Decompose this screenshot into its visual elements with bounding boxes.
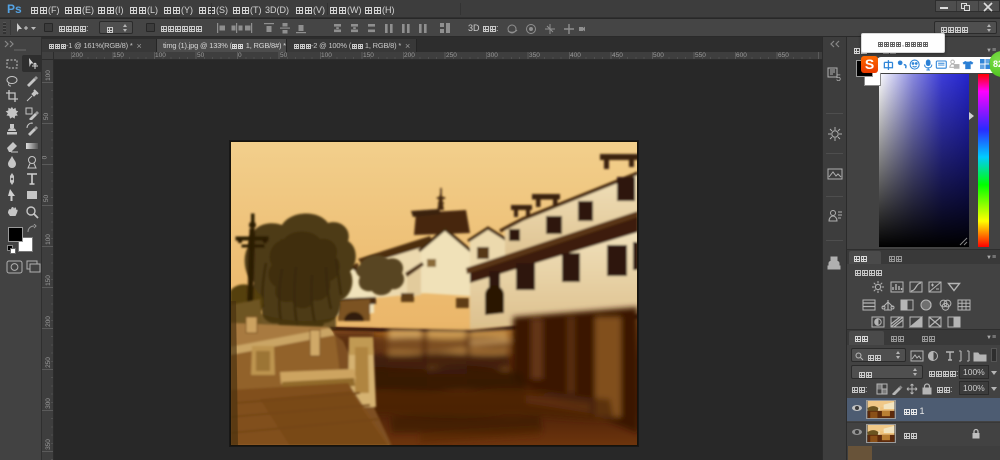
svg-text:5: 5 <box>836 73 841 83</box>
